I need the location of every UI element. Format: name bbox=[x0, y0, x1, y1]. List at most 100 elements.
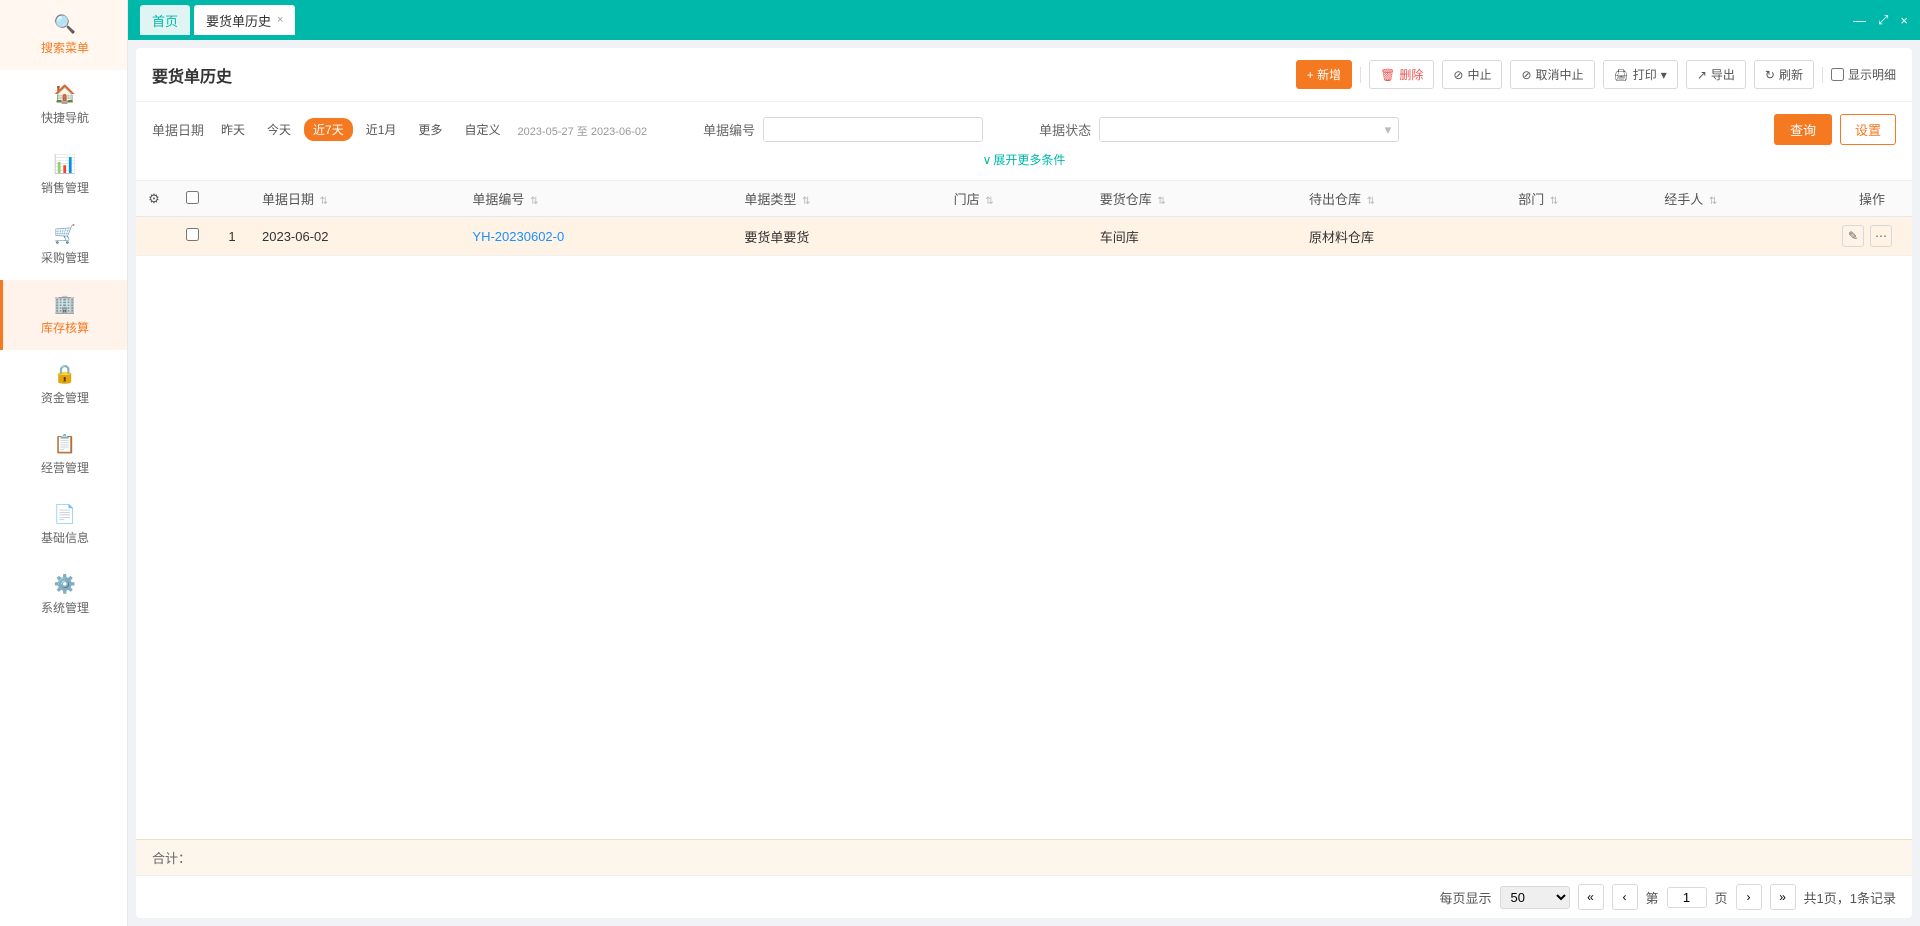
sidebar-item-sales[interactable]: 📊 销售管理 bbox=[0, 140, 127, 210]
window-minimize-btn[interactable]: — bbox=[1853, 13, 1866, 28]
system-icon: ⚙️ bbox=[54, 574, 76, 595]
sidebar-item-finance[interactable]: 🔒 资金管理 bbox=[0, 350, 127, 420]
row-req-warehouse: 车间库 bbox=[1090, 217, 1299, 256]
col-dept[interactable]: 部门 ⇅ bbox=[1508, 181, 1654, 217]
sidebar-item-label: 搜索菜单 bbox=[41, 39, 89, 56]
first-page-button[interactable]: « bbox=[1578, 884, 1604, 910]
cancel-stop-button[interactable]: ⊘ 取消中止 bbox=[1510, 60, 1594, 89]
sidebar-item-purchase[interactable]: 🛒 采购管理 bbox=[0, 210, 127, 280]
col-doc-date[interactable]: 单据日期 ⇅ bbox=[252, 181, 462, 217]
sidebar-item-search[interactable]: 🔍 搜索菜单 bbox=[0, 0, 127, 70]
status-input[interactable] bbox=[1099, 117, 1399, 142]
sidebar-item-label: 销售管理 bbox=[41, 179, 89, 196]
row-dept bbox=[1508, 217, 1654, 256]
sidebar-item-operations[interactable]: 📋 经营管理 bbox=[0, 420, 127, 490]
col-doc-no[interactable]: 单据编号 ⇅ bbox=[462, 181, 734, 217]
prev-page-button[interactable]: ‹ bbox=[1612, 884, 1638, 910]
col-num bbox=[212, 181, 252, 217]
sort-arrow-req-wh: ⇅ bbox=[1157, 196, 1165, 207]
date-btn-today[interactable]: 今天 bbox=[258, 118, 300, 141]
sort-arrow-handler: ⇅ bbox=[1709, 196, 1717, 207]
row-edit-icon[interactable]: ✎ bbox=[1842, 225, 1864, 247]
action-icons-group: ✎ ⋯ bbox=[1842, 225, 1902, 247]
expand-more-row: ∨ 展开更多条件 bbox=[152, 145, 1896, 168]
data-table: ⚙ 单据日期 ⇅ 单据编号 ⇅ bbox=[136, 181, 1912, 256]
col-doc-type[interactable]: 单据类型 ⇅ bbox=[734, 181, 943, 217]
sidebar-item-label: 经营管理 bbox=[41, 459, 89, 476]
date-btn-more[interactable]: 更多 bbox=[409, 118, 451, 141]
expand-icon: ∨ bbox=[983, 153, 992, 167]
sort-arrow-date: ⇅ bbox=[320, 196, 328, 207]
finance-icon: 🔒 bbox=[54, 364, 76, 385]
col-req-warehouse[interactable]: 要货仓库 ⇅ bbox=[1090, 181, 1299, 217]
show-detail-label[interactable]: 显示明细 bbox=[1831, 66, 1896, 83]
window-close-btn[interactable]: × bbox=[1900, 13, 1908, 28]
tab-requisition-history[interactable]: 要货单历史 × bbox=[194, 5, 295, 35]
col-pending-warehouse[interactable]: 待出仓库 ⇅ bbox=[1299, 181, 1508, 217]
col-settings[interactable]: ⚙ bbox=[136, 181, 172, 217]
setting-button[interactable]: 设置 bbox=[1840, 114, 1896, 145]
col-handler[interactable]: 经手人 ⇅ bbox=[1654, 181, 1832, 217]
refresh-icon: ↻ bbox=[1765, 68, 1775, 82]
date-range-text: 2023-05-27 至 2023-06-02 bbox=[517, 123, 647, 139]
table-row: 1 2023-06-02 YH-20230602-0 要货单要货 车间库 原材料… bbox=[136, 217, 1912, 256]
sidebar-item-quick-nav[interactable]: 🏠 快捷导航 bbox=[0, 70, 127, 140]
row-settings bbox=[136, 217, 172, 256]
sort-arrow-no: ⇅ bbox=[530, 196, 538, 207]
sidebar-item-label: 库存核算 bbox=[41, 319, 89, 336]
row-more-icon[interactable]: ⋯ bbox=[1870, 225, 1892, 247]
print-button[interactable]: 🖨 打印 ▾ bbox=[1603, 60, 1678, 89]
page-label: 第 bbox=[1646, 888, 1659, 907]
operations-icon: 📋 bbox=[54, 434, 76, 455]
page-container: 要货单历史 + 新增 🗑 删除 ⊘ 中止 ⊘ 取消中止 🖨 打印 bbox=[136, 48, 1912, 918]
purchase-icon: 🛒 bbox=[54, 224, 76, 245]
doc-no-filter-group: 单据编号 bbox=[703, 117, 983, 142]
date-filter-label: 单据日期 bbox=[152, 120, 204, 139]
page-number-input[interactable] bbox=[1667, 887, 1707, 908]
col-operation: 操作 bbox=[1832, 181, 1912, 217]
sidebar-item-base-info[interactable]: 📄 基础信息 bbox=[0, 490, 127, 560]
sidebar-item-inventory[interactable]: 🏢 库存核算 bbox=[0, 280, 127, 350]
row-handler bbox=[1654, 217, 1832, 256]
print-dropdown-icon: ▾ bbox=[1661, 68, 1667, 82]
delete-icon: 🗑 bbox=[1380, 68, 1395, 82]
tab-home[interactable]: 首页 bbox=[140, 5, 190, 35]
row-doc-type: 要货单要货 bbox=[734, 217, 943, 256]
pagination: 每页显示 20 50 100 200 « ‹ 第 页 › » 共1页，1条记录 bbox=[136, 875, 1912, 918]
filter-area: 单据日期 昨天 今天 近7天 近1月 更多 自定义 2023-05-27 至 2… bbox=[136, 102, 1912, 181]
sort-arrow-pend-wh: ⇅ bbox=[1367, 196, 1375, 207]
export-icon: ↗ bbox=[1697, 68, 1707, 82]
row-checkbox[interactable] bbox=[186, 228, 199, 241]
expand-more-button[interactable]: ∨ 展开更多条件 bbox=[983, 151, 1066, 168]
delete-button[interactable]: 🗑 删除 bbox=[1369, 60, 1434, 89]
query-button[interactable]: 查询 bbox=[1774, 114, 1832, 145]
row-checkbox-cell bbox=[172, 217, 212, 256]
doc-no-link[interactable]: YH-20230602-0 bbox=[472, 229, 564, 244]
last-page-button[interactable]: » bbox=[1770, 884, 1796, 910]
sidebar-item-system[interactable]: ⚙️ 系统管理 bbox=[0, 560, 127, 630]
tab-requisition-label: 要货单历史 bbox=[206, 11, 271, 30]
show-detail-checkbox[interactable] bbox=[1831, 68, 1844, 81]
next-page-button[interactable]: › bbox=[1736, 884, 1762, 910]
sidebar-item-label: 采购管理 bbox=[41, 249, 89, 266]
export-button[interactable]: ↗ 导出 bbox=[1686, 60, 1746, 89]
date-btn-1month[interactable]: 近1月 bbox=[357, 118, 406, 141]
tab-close-icon[interactable]: × bbox=[277, 14, 283, 26]
page-header: 要货单历史 + 新增 🗑 删除 ⊘ 中止 ⊘ 取消中止 🖨 打印 bbox=[136, 48, 1912, 102]
stop-button[interactable]: ⊘ 中止 bbox=[1442, 60, 1502, 89]
tab-home-label: 首页 bbox=[152, 11, 178, 30]
doc-no-input[interactable] bbox=[763, 117, 983, 142]
sidebar-item-label: 系统管理 bbox=[41, 599, 89, 616]
date-btn-custom[interactable]: 自定义 bbox=[455, 118, 509, 141]
page-size-select[interactable]: 20 50 100 200 bbox=[1500, 886, 1570, 909]
window-maximize-btn[interactable]: ⤢ bbox=[1878, 12, 1888, 28]
doc-no-label: 单据编号 bbox=[703, 120, 755, 139]
date-btn-yesterday[interactable]: 昨天 bbox=[212, 118, 254, 141]
select-all-checkbox[interactable] bbox=[186, 191, 199, 204]
date-btn-7days[interactable]: 近7天 bbox=[304, 118, 353, 141]
col-store[interactable]: 门店 ⇅ bbox=[944, 181, 1090, 217]
refresh-button[interactable]: ↻ 刷新 bbox=[1754, 60, 1814, 89]
new-button[interactable]: + 新增 bbox=[1296, 60, 1352, 89]
row-actions: ✎ ⋯ bbox=[1832, 217, 1912, 256]
date-filter-group: 单据日期 昨天 今天 近7天 近1月 更多 自定义 2023-05-27 至 2… bbox=[152, 118, 647, 141]
